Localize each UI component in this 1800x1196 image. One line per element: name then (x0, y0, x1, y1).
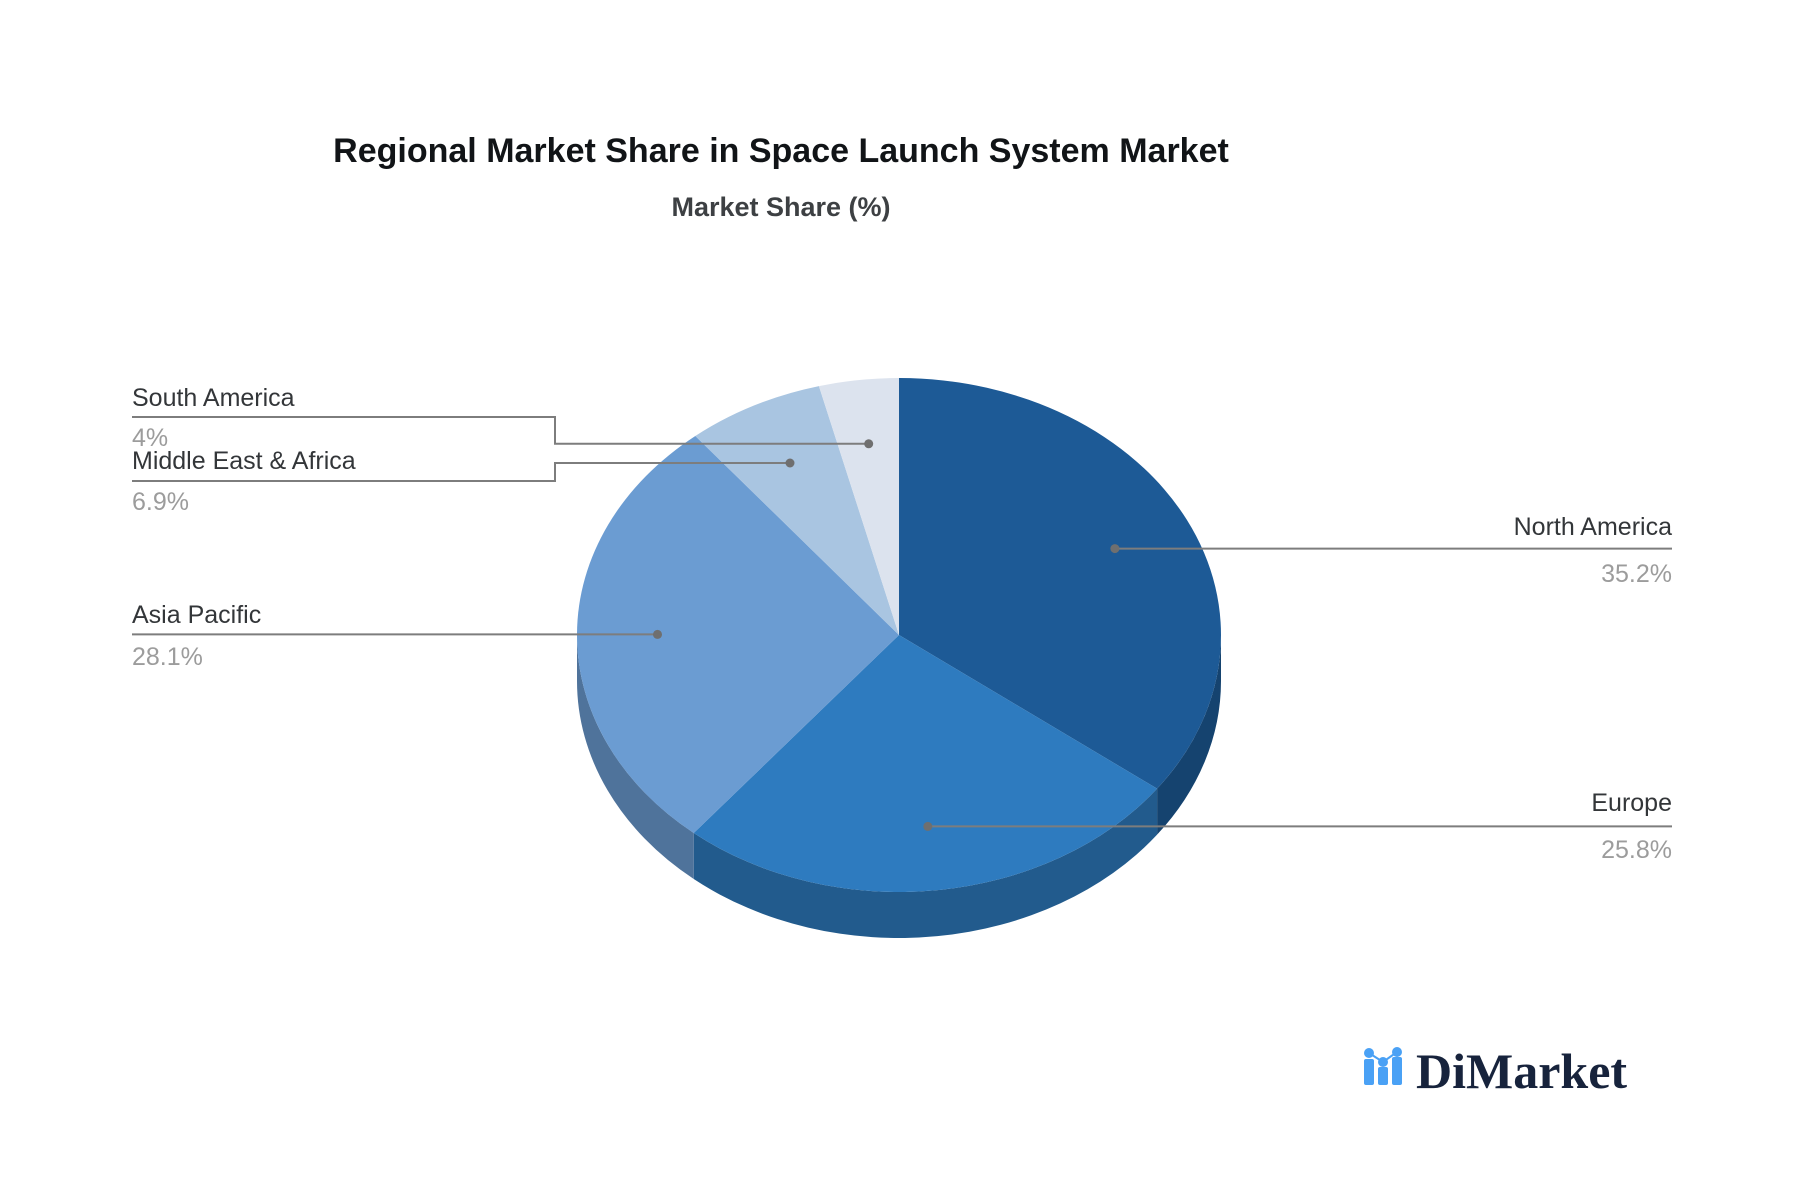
slice-value-asia-pacific: 28.1% (132, 643, 203, 672)
slice-label-asia-pacific: Asia Pacific (132, 601, 261, 630)
slice-value-middle-east-africa: 6.9% (132, 488, 189, 517)
slice-value-europe: 25.8% (1601, 836, 1672, 865)
callout-dot-europe (923, 822, 932, 831)
callout-dot-asia-pacific (653, 630, 662, 639)
callout-dot-middle-east-africa (786, 459, 795, 468)
bar-line-chart-icon (1364, 1047, 1402, 1085)
slice-label-europe: Europe (1591, 789, 1672, 818)
slice-label-middle-east-africa: Middle East & Africa (132, 447, 356, 476)
slice-value-north-america: 35.2% (1601, 560, 1672, 589)
slice-label-south-america: South America (132, 384, 295, 413)
callout-dot-south-america (864, 439, 873, 448)
callout-dot-north-america (1110, 544, 1119, 553)
dimarket-logo: DiMarket (1352, 1035, 1682, 1107)
pie-chart-canvas (0, 0, 1800, 1196)
pie-chart-page: Regional Market Share in Space Launch Sy… (0, 0, 1800, 1196)
dimarket-logo-text: DiMarket (1416, 1043, 1627, 1099)
slice-label-north-america: North America (1514, 513, 1672, 542)
